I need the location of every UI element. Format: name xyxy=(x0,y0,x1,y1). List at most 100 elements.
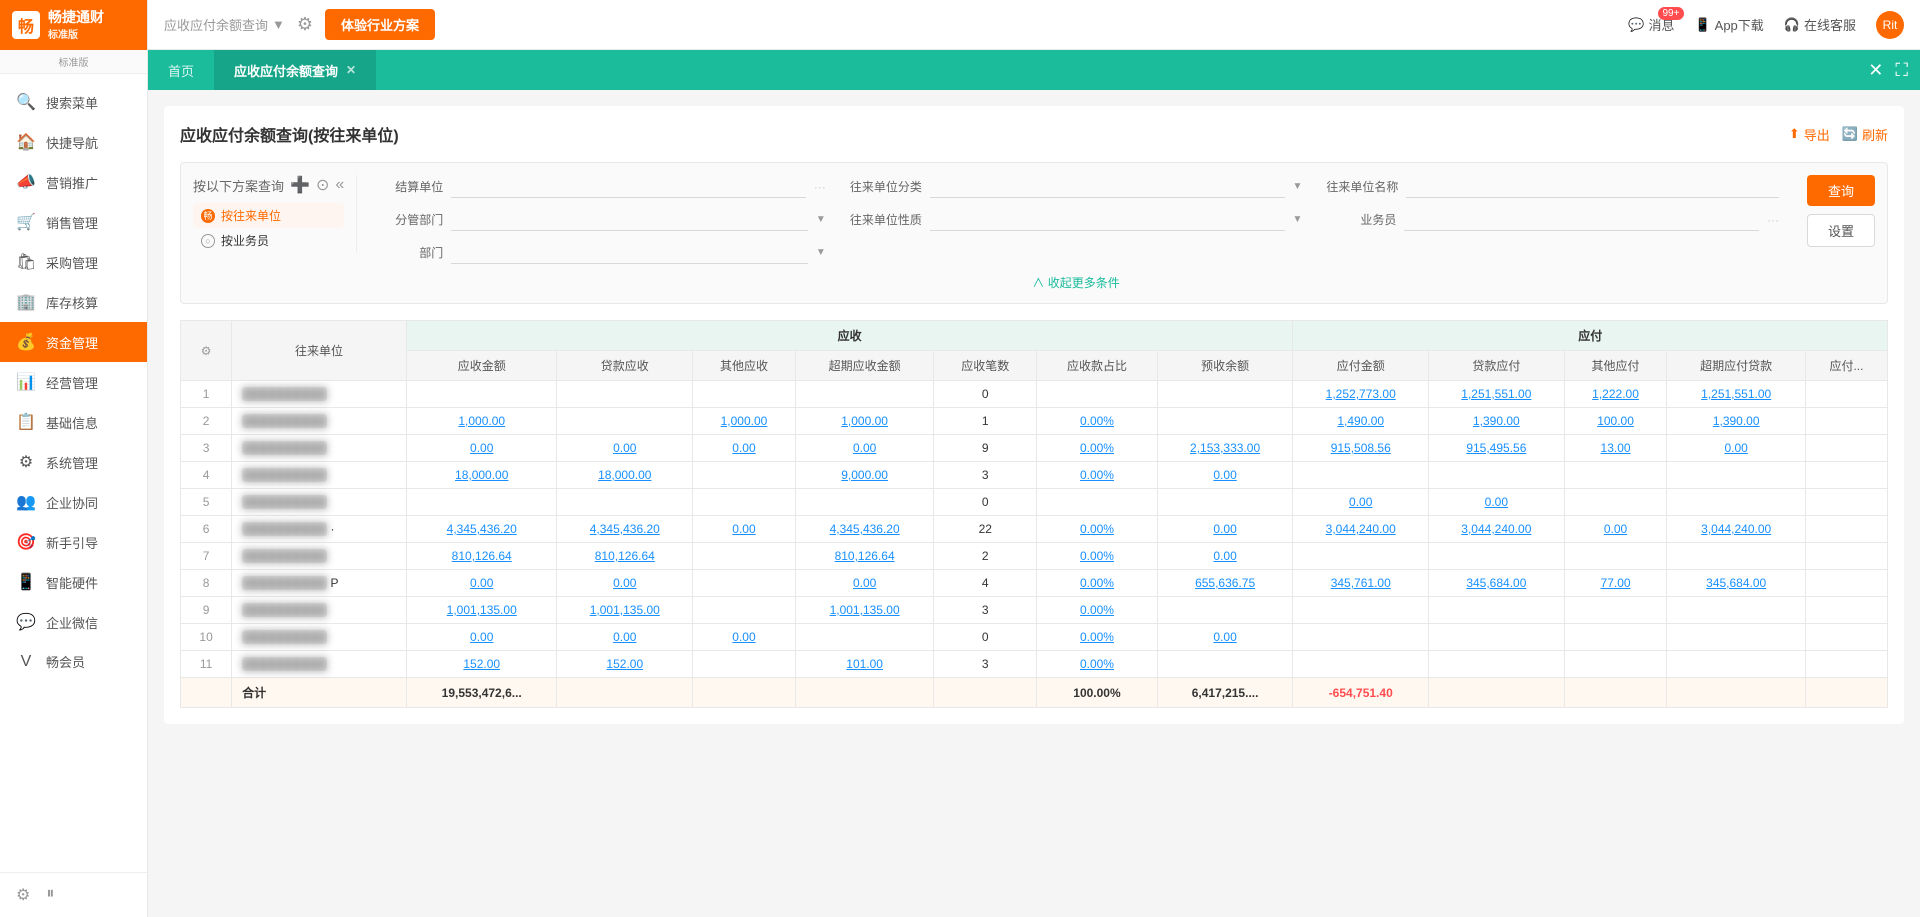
trial-button[interactable]: 体验行业方案 xyxy=(325,9,435,40)
add-scheme-button[interactable]: ➕ xyxy=(290,175,310,195)
cell-dk_yf[interactable]: 345,684.00 xyxy=(1429,570,1565,597)
dept-select[interactable] xyxy=(451,241,808,264)
sidebar-item-finance[interactable]: 💰 资金管理 xyxy=(0,322,147,362)
cell-ys_je[interactable]: 152.00 xyxy=(406,651,557,678)
sidebar-item-system[interactable]: ⚙ 系统管理 xyxy=(0,442,147,482)
tab-close-icon[interactable]: ✕ xyxy=(346,63,356,77)
scheme-collapse-icon[interactable]: « xyxy=(335,176,344,194)
cell-dk_ys[interactable]: 0.00 xyxy=(557,624,693,651)
cell-ys_je[interactable]: 1,001,135.00 xyxy=(406,597,557,624)
refresh-button[interactable]: 🔄 刷新 xyxy=(1842,125,1888,144)
cell-yf_je[interactable]: 915,508.56 xyxy=(1293,435,1429,462)
col-settings[interactable]: ⚙ xyxy=(181,321,232,381)
cell-ys_yu[interactable]: 0.00 xyxy=(1157,624,1293,651)
cell-cq_ys[interactable]: 4,345,436.20 xyxy=(795,516,934,543)
cell-yf_je[interactable]: 345,761.00 xyxy=(1293,570,1429,597)
salesman-input[interactable] xyxy=(1404,208,1759,231)
settings-icon[interactable]: ⚙ xyxy=(297,14,313,35)
tab-balance-query[interactable]: 应收应付余额查询 ✕ xyxy=(214,50,376,90)
app-download-button[interactable]: 📱 App下载 xyxy=(1694,15,1763,34)
sidebar-settings-icon[interactable]: ⚙ xyxy=(16,885,30,905)
salesman-dots-icon[interactable]: ··· xyxy=(1767,213,1779,227)
cell-qt_ys[interactable]: 0.00 xyxy=(693,624,796,651)
export-button[interactable]: ⬆ 导出 xyxy=(1789,125,1830,144)
window-close-icon[interactable]: ✕ xyxy=(1868,60,1883,81)
cell-dk_ys[interactable]: 0.00 xyxy=(557,570,693,597)
cell-cq_yf[interactable]: 0.00 xyxy=(1667,435,1806,462)
cell-cq_ys[interactable]: 9,000.00 xyxy=(795,462,934,489)
cell-dk_yf[interactable]: 1,390.00 xyxy=(1429,408,1565,435)
cell-ys_yu[interactable]: 0.00 xyxy=(1157,543,1293,570)
sidebar-item-purchase[interactable]: 🛍 采购管理 xyxy=(0,242,147,282)
sidebar-item-hardware[interactable]: 📱 智能硬件 xyxy=(0,562,147,602)
cell-cq_ys[interactable]: 1,001,135.00 xyxy=(795,597,934,624)
sidebar-item-marketing[interactable]: 📣 营销推广 xyxy=(0,162,147,202)
cell-qt_yf[interactable]: 100.00 xyxy=(1564,408,1667,435)
dots-icon[interactable]: ··· xyxy=(814,180,826,194)
sidebar-item-inventory[interactable]: 🏢 库存核算 xyxy=(0,282,147,322)
sidebar-item-guide[interactable]: 🎯 新手引导 xyxy=(0,522,147,562)
cell-yf_je[interactable]: 1,490.00 xyxy=(1293,408,1429,435)
settlement-unit-input[interactable] xyxy=(451,175,806,198)
unit-category-select[interactable] xyxy=(930,175,1285,198)
cell-qt_ys[interactable]: 0.00 xyxy=(693,516,796,543)
set-button[interactable]: 设置 xyxy=(1807,214,1875,247)
cell-ys_je[interactable]: 0.00 xyxy=(406,570,557,597)
cell-dk_ys[interactable]: 0.00 xyxy=(557,435,693,462)
cell-ys_zb[interactable]: 0.00% xyxy=(1037,435,1158,462)
window-maximize-icon[interactable]: ⛶ xyxy=(1895,60,1908,81)
sidebar-item-basic[interactable]: 📋 基础信息 xyxy=(0,402,147,442)
cell-cq_ys[interactable]: 810,126.64 xyxy=(795,543,934,570)
cell-dk_yf[interactable]: 915,495.56 xyxy=(1429,435,1565,462)
cell-dk_ys[interactable]: 18,000.00 xyxy=(557,462,693,489)
cell-dk_ys[interactable]: 4,345,436.20 xyxy=(557,516,693,543)
cell-cq_yf[interactable]: 1,251,551.00 xyxy=(1667,381,1806,408)
cell-qt_yf[interactable]: 1,222.00 xyxy=(1564,381,1667,408)
cell-ys_yu[interactable]: 655,636.75 xyxy=(1157,570,1293,597)
table-settings-icon[interactable]: ⚙ xyxy=(201,344,212,358)
cell-ys_je[interactable]: 18,000.00 xyxy=(406,462,557,489)
cell-ys_je[interactable]: 810,126.64 xyxy=(406,543,557,570)
tab-home[interactable]: 首页 xyxy=(148,50,214,90)
cell-cq_ys[interactable]: 0.00 xyxy=(795,435,934,462)
cell-cq_ys[interactable]: 0.00 xyxy=(795,570,934,597)
query-button[interactable]: 查询 xyxy=(1807,175,1875,206)
cell-dk_yf[interactable]: 0.00 xyxy=(1429,489,1565,516)
cell-dk_yf[interactable]: 3,044,240.00 xyxy=(1429,516,1565,543)
cell-ys_je[interactable]: 0.00 xyxy=(406,435,557,462)
cell-ys_zb[interactable]: 0.00% xyxy=(1037,516,1158,543)
service-button[interactable]: 🎧 在线客服 xyxy=(1784,15,1856,34)
cell-cq_ys[interactable]: 1,000.00 xyxy=(795,408,934,435)
scheme-settings-icon[interactable]: ⊙ xyxy=(316,175,329,195)
cell-ys_zb[interactable]: 0.00% xyxy=(1037,462,1158,489)
cell-ys_zb[interactable]: 0.00% xyxy=(1037,597,1158,624)
cell-dk_ys[interactable]: 152.00 xyxy=(557,651,693,678)
sidebar-collapse-icon[interactable]: ⏸ xyxy=(46,885,54,905)
cell-ys_yu[interactable]: 2,153,333.00 xyxy=(1157,435,1293,462)
unit-name-input[interactable] xyxy=(1406,175,1779,198)
user-avatar[interactable]: Rit xyxy=(1876,11,1904,39)
cell-ys_je[interactable]: 4,345,436.20 xyxy=(406,516,557,543)
collapse-button[interactable]: ∧ 收起更多条件 xyxy=(373,274,1779,291)
cell-ys_zb[interactable]: 0.00% xyxy=(1037,408,1158,435)
cell-ys_zb[interactable]: 0.00% xyxy=(1037,543,1158,570)
cell-qt_yf[interactable]: 0.00 xyxy=(1564,516,1667,543)
cell-cq_yf[interactable]: 345,684.00 xyxy=(1667,570,1806,597)
cell-cq_yf[interactable]: 1,390.00 xyxy=(1667,408,1806,435)
sidebar-item-nav[interactable]: 🏠 快捷导航 xyxy=(0,122,147,162)
cell-qt_yf[interactable]: 77.00 xyxy=(1564,570,1667,597)
cell-ys_zb[interactable]: 0.00% xyxy=(1037,651,1158,678)
cell-qt_ys[interactable]: 0.00 xyxy=(693,435,796,462)
cell-cq_ys[interactable]: 101.00 xyxy=(795,651,934,678)
cell-ys_je[interactable]: 0.00 xyxy=(406,624,557,651)
unit-nature-select[interactable] xyxy=(930,208,1285,231)
sidebar-item-enterprise[interactable]: 👥 企业协同 xyxy=(0,482,147,522)
cell-ys_je[interactable]: 1,000.00 xyxy=(406,408,557,435)
cell-yf_je[interactable]: 1,252,773.00 xyxy=(1293,381,1429,408)
cell-dk_ys[interactable]: 1,001,135.00 xyxy=(557,597,693,624)
sidebar-item-vip[interactable]: V 畅会员 xyxy=(0,642,147,681)
cell-qt_ys[interactable]: 1,000.00 xyxy=(693,408,796,435)
cell-dk_yf[interactable]: 1,251,551.00 xyxy=(1429,381,1565,408)
cell-dk_ys[interactable]: 810,126.64 xyxy=(557,543,693,570)
cell-ys_yu[interactable]: 0.00 xyxy=(1157,462,1293,489)
